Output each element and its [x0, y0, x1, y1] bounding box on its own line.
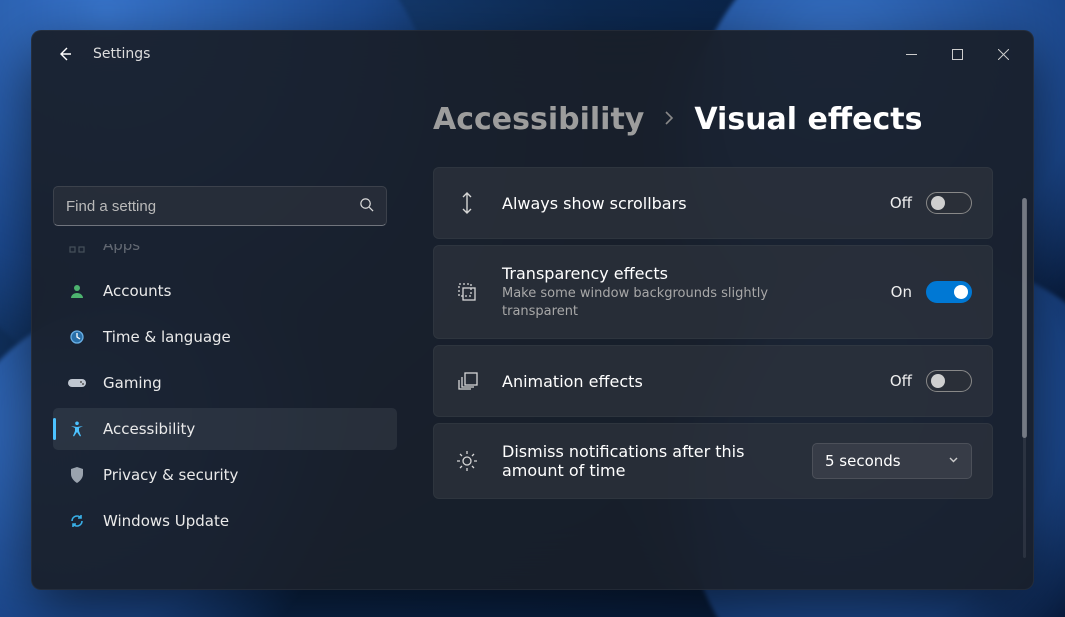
sidebar-item-label: Privacy & security — [103, 466, 238, 484]
sidebar-nav: Apps Accounts Time & language — [53, 244, 397, 584]
toggle-state-label: On — [891, 283, 912, 301]
setting-description: Make some window backgrounds slightly tr… — [502, 285, 772, 320]
accessibility-icon — [67, 419, 87, 439]
transparency-toggle[interactable] — [926, 281, 972, 303]
minimize-icon — [906, 49, 917, 60]
setting-animation[interactable]: Animation effects Off — [433, 345, 993, 417]
sidebar-item-accounts[interactable]: Accounts — [53, 270, 397, 312]
toggle-state-label: Off — [890, 372, 912, 390]
sidebar-item-gaming[interactable]: Gaming — [53, 362, 397, 404]
person-icon — [67, 281, 87, 301]
close-button[interactable] — [980, 34, 1026, 74]
setting-scrollbars[interactable]: Always show scrollbars Off — [433, 167, 993, 239]
search-box[interactable] — [53, 186, 387, 226]
breadcrumb: Accessibility Visual effects — [433, 102, 1006, 137]
sidebar-item-apps[interactable]: Apps — [53, 244, 397, 266]
setting-transparency[interactable]: Transparency effects Make some window ba… — [433, 245, 993, 339]
content-scrollbar[interactable] — [1023, 198, 1026, 558]
animation-icon — [454, 372, 480, 390]
sidebar-item-label: Gaming — [103, 374, 162, 392]
setting-dismiss-notifications[interactable]: Dismiss notifications after this amount … — [433, 423, 993, 499]
animation-toggle[interactable] — [926, 370, 972, 392]
maximize-icon — [952, 49, 963, 60]
sidebar-item-label: Apps — [103, 244, 140, 254]
scrollbar-icon — [454, 192, 480, 214]
sidebar-item-label: Accounts — [103, 282, 171, 300]
app-title: Settings — [93, 46, 150, 62]
apps-icon — [67, 244, 87, 255]
breadcrumb-parent[interactable]: Accessibility — [433, 102, 644, 137]
setting-title: Always show scrollbars — [502, 194, 868, 213]
gamepad-icon — [67, 373, 87, 393]
clock-globe-icon — [67, 327, 87, 347]
sidebar-item-time-language[interactable]: Time & language — [53, 316, 397, 358]
sidebar: Apps Accounts Time & language — [31, 78, 419, 590]
settings-window: Settings — [31, 30, 1034, 590]
chevron-right-icon — [662, 110, 676, 129]
chevron-down-icon — [948, 454, 959, 468]
transparency-icon — [454, 281, 480, 303]
update-icon — [67, 511, 87, 531]
dropdown-value: 5 seconds — [825, 452, 901, 470]
toggle-state-label: Off — [890, 194, 912, 212]
titlebar: Settings — [31, 30, 1034, 78]
arrow-left-icon — [57, 46, 73, 62]
scrollbars-toggle[interactable] — [926, 192, 972, 214]
sidebar-item-accessibility[interactable]: Accessibility — [53, 408, 397, 450]
maximize-button[interactable] — [934, 34, 980, 74]
sidebar-item-privacy-security[interactable]: Privacy & security — [53, 454, 397, 496]
sidebar-item-label: Time & language — [103, 328, 231, 346]
sidebar-item-label: Accessibility — [103, 420, 195, 438]
setting-title: Dismiss notifications after this amount … — [502, 442, 752, 480]
search-input[interactable] — [66, 198, 359, 215]
window-controls — [888, 34, 1026, 74]
scrollbar-thumb[interactable] — [1022, 198, 1027, 438]
breadcrumb-current: Visual effects — [694, 102, 922, 137]
search-icon — [359, 197, 374, 216]
sidebar-item-windows-update[interactable]: Windows Update — [53, 500, 397, 542]
back-button[interactable] — [49, 38, 81, 70]
brightness-icon — [454, 450, 480, 472]
setting-title: Animation effects — [502, 372, 868, 391]
content-area: Accessibility Visual effects Always show… — [419, 78, 1034, 590]
setting-title: Transparency effects — [502, 264, 869, 283]
sidebar-item-label: Windows Update — [103, 512, 229, 530]
shield-icon — [67, 465, 87, 485]
close-icon — [998, 49, 1009, 60]
dismiss-time-dropdown[interactable]: 5 seconds — [812, 443, 972, 479]
minimize-button[interactable] — [888, 34, 934, 74]
